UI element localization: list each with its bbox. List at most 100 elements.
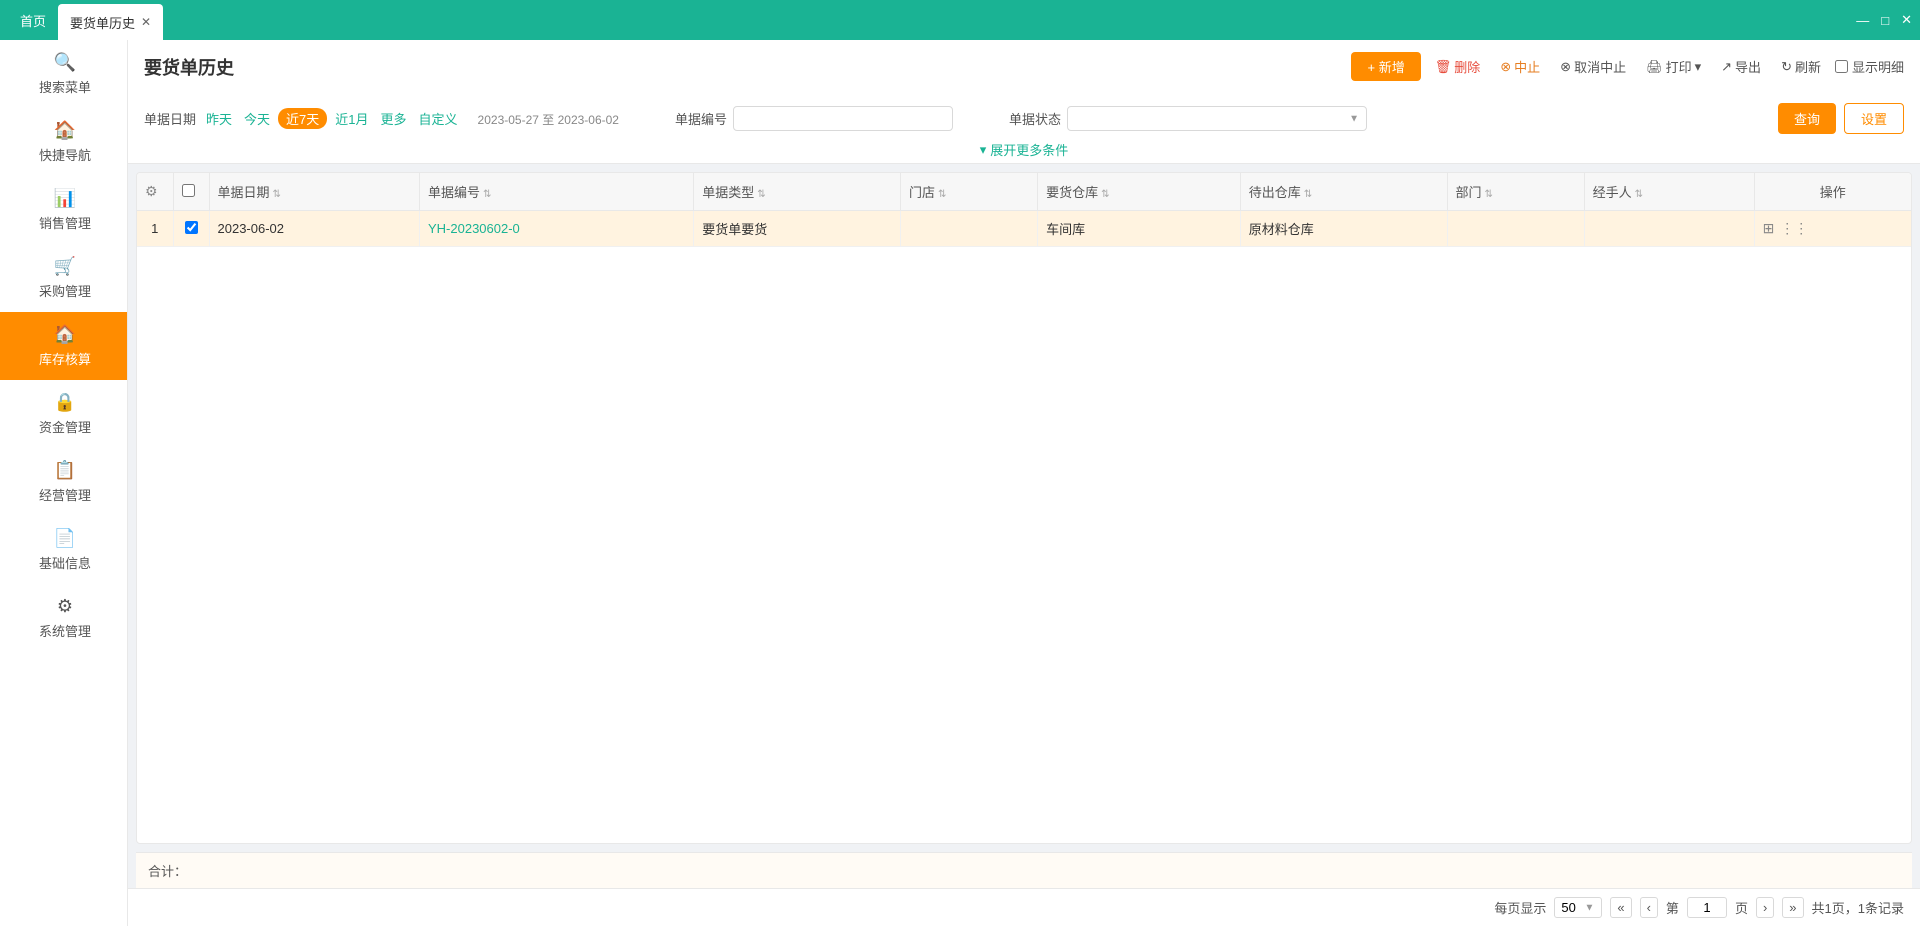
page-label: 第 — [1666, 898, 1679, 917]
prev-page-btn[interactable]: ‹ — [1640, 897, 1658, 918]
sort-doc-no-icon[interactable]: ⇅ — [483, 189, 491, 200]
top-bar: 首页 要货单历史 ✕ — □ ✕ — [0, 0, 1920, 40]
filter-row-1: 单据日期 昨天 今天 近7天 近1月 更多 自定义 2023-05-27 至 2… — [144, 103, 1904, 134]
view-action-icon[interactable]: ⊞ — [1763, 220, 1775, 237]
tab-home[interactable]: 首页 — [8, 0, 58, 40]
export-icon: ↗ — [1721, 59, 1732, 75]
filter-group-date-range: 2023-05-27 至 2023-06-02 — [478, 109, 619, 128]
sidebar-item-purchase-mgmt[interactable]: 🛒 采购管理 — [0, 244, 127, 312]
stop-button[interactable]: ⊗ 中止 — [1494, 53, 1546, 80]
window-close-btn[interactable]: ✕ — [1901, 12, 1912, 28]
refresh-button[interactable]: ↻ 刷新 — [1775, 53, 1827, 80]
system-mgmt-icon: ⚙ — [57, 596, 73, 617]
table-body: 1 2023-06-02 YH-20230602-0 要货单要货 车间库 原材料… — [137, 211, 1911, 247]
th-doc-no: 单据编号⇅ — [419, 173, 693, 211]
cell-doc-type: 要货单要货 — [694, 211, 901, 247]
sidebar-item-operations-mgmt[interactable]: 📋 经营管理 — [0, 448, 127, 516]
th-settings: ⚙ — [137, 173, 173, 211]
cell-doc-no: YH-20230602-0 — [419, 211, 693, 247]
pagination-summary: 共1页，1条记录 — [1812, 898, 1904, 917]
sort-pending-warehouse-icon[interactable]: ⇅ — [1304, 189, 1312, 200]
doc-no-link[interactable]: YH-20230602-0 — [428, 221, 520, 236]
sidebar-item-finance-mgmt[interactable]: 🔒 资金管理 — [0, 380, 127, 448]
status-select-wrapper — [1067, 106, 1367, 131]
page-input[interactable] — [1687, 897, 1727, 918]
sort-doc-type-icon[interactable]: ⇅ — [757, 189, 765, 200]
export-button[interactable]: ↗ 导出 — [1715, 53, 1767, 80]
cancel-stop-icon: ⊗ — [1560, 59, 1571, 75]
tab-requisition-history[interactable]: 要货单历史 ✕ — [58, 4, 163, 40]
table-settings-icon[interactable]: ⚙ — [145, 183, 158, 199]
row-checkbox-0[interactable] — [185, 221, 198, 234]
status-filter-select[interactable] — [1067, 106, 1367, 131]
per-page-label: 每页显示 — [1494, 898, 1546, 917]
new-button[interactable]: + 新增 — [1351, 52, 1420, 81]
window-minimize-btn[interactable]: — — [1856, 13, 1869, 28]
more-action-icon[interactable]: ⋮⋮ — [1780, 220, 1808, 237]
content-area: 要货单历史 + 新增 🗑 删除 ⊗ 中止 ⊗ 取消中止 — [128, 40, 1920, 926]
delete-button[interactable]: 🗑 删除 — [1429, 53, 1487, 80]
per-page-select[interactable]: 20 50 100 200 — [1554, 897, 1602, 918]
display-detail-checkbox[interactable]: 显示明细 — [1835, 57, 1904, 76]
display-detail-input[interactable] — [1835, 60, 1848, 73]
stop-icon: ⊗ — [1500, 59, 1511, 75]
query-button[interactable]: 查询 — [1778, 103, 1836, 134]
expand-more-row[interactable]: ▾ 展开更多条件 — [144, 134, 1904, 163]
print-dropdown-icon: ▾ — [1695, 59, 1702, 75]
quick-nav-icon: 🏠 — [54, 120, 76, 141]
sales-mgmt-icon: 📊 — [54, 188, 76, 209]
cell-pending-warehouse: 原材料仓库 — [1240, 211, 1447, 247]
cancel-stop-button[interactable]: ⊗ 取消中止 — [1554, 53, 1632, 80]
sidebar-item-inventory[interactable]: 🏠 库存核算 — [0, 312, 127, 380]
shortcut-more[interactable]: 更多 — [377, 108, 411, 129]
window-maximize-btn[interactable]: □ — [1881, 13, 1889, 28]
search-menu-icon: 🔍 — [54, 52, 76, 73]
sidebar-item-sales-mgmt[interactable]: 📊 销售管理 — [0, 176, 127, 244]
filter-group-date: 单据日期 昨天 今天 近7天 近1月 更多 自定义 — [144, 108, 462, 129]
next-page-btn[interactable]: › — [1756, 897, 1774, 918]
shortcut-yesterday[interactable]: 昨天 — [202, 108, 236, 129]
th-req-warehouse: 要货仓库⇅ — [1038, 173, 1241, 211]
page-suffix: 页 — [1735, 898, 1748, 917]
table-footer: 合计： — [136, 852, 1912, 888]
data-table: ⚙ 单据日期⇅ 单据编号⇅ 单据类型⇅ — [137, 173, 1911, 247]
cell-doc-date: 2023-06-02 — [209, 211, 419, 247]
docno-filter-label: 单据编号 — [675, 109, 727, 128]
sidebar-item-quick-nav[interactable]: 🏠 快捷导航 — [0, 108, 127, 176]
pagination-bar: 每页显示 20 50 100 200 « ‹ 第 页 › » 共1页，1条记录 — [128, 888, 1920, 926]
settings-button[interactable]: 设置 — [1844, 103, 1904, 134]
page-title: 要货单历史 — [144, 54, 234, 80]
th-actions: 操作 — [1754, 173, 1911, 211]
shortcut-custom[interactable]: 自定义 — [415, 108, 462, 129]
date-filter-label: 单据日期 — [144, 109, 196, 128]
expand-more-icon: ▾ — [980, 142, 987, 158]
top-bar-right: — □ ✕ — [1856, 12, 1912, 28]
first-page-btn[interactable]: « — [1610, 897, 1631, 918]
last-page-btn[interactable]: » — [1782, 897, 1803, 918]
sidebar-item-search-menu[interactable]: 🔍 搜索菜单 — [0, 40, 127, 108]
th-doc-type: 单据类型⇅ — [694, 173, 901, 211]
shortcut-last7days[interactable]: 近7天 — [278, 108, 327, 129]
shortcut-today[interactable]: 今天 — [240, 108, 274, 129]
th-pending-warehouse: 待出仓库⇅ — [1240, 173, 1447, 211]
sidebar-item-basic-info[interactable]: 📄 基础信息 — [0, 516, 127, 584]
filter-group-status: 单据状态 — [1009, 106, 1367, 131]
print-icon: 🖨 — [1646, 59, 1663, 75]
total-label: 合计： — [148, 861, 187, 880]
shortcut-last1month[interactable]: 近1月 — [331, 108, 372, 129]
status-filter-label: 单据状态 — [1009, 109, 1061, 128]
tab-close-icon[interactable]: ✕ — [141, 15, 151, 29]
th-handler: 经手人⇅ — [1584, 173, 1754, 211]
select-all-checkbox[interactable] — [182, 184, 195, 197]
sort-req-warehouse-icon[interactable]: ⇅ — [1101, 189, 1109, 200]
sort-doc-date-icon[interactable]: ⇅ — [273, 189, 281, 200]
purchase-mgmt-icon: 🛒 — [54, 256, 76, 277]
refresh-icon: ↻ — [1781, 59, 1792, 75]
print-button[interactable]: 🖨 打印 ▾ — [1640, 53, 1707, 80]
sort-store-icon[interactable]: ⇅ — [938, 189, 946, 200]
sort-handler-icon[interactable]: ⇅ — [1635, 189, 1643, 200]
sort-department-icon[interactable]: ⇅ — [1485, 189, 1493, 200]
sidebar-item-system-mgmt[interactable]: ⚙ 系统管理 — [0, 584, 127, 652]
docno-filter-input[interactable] — [733, 106, 953, 131]
th-doc-date: 单据日期⇅ — [209, 173, 419, 211]
